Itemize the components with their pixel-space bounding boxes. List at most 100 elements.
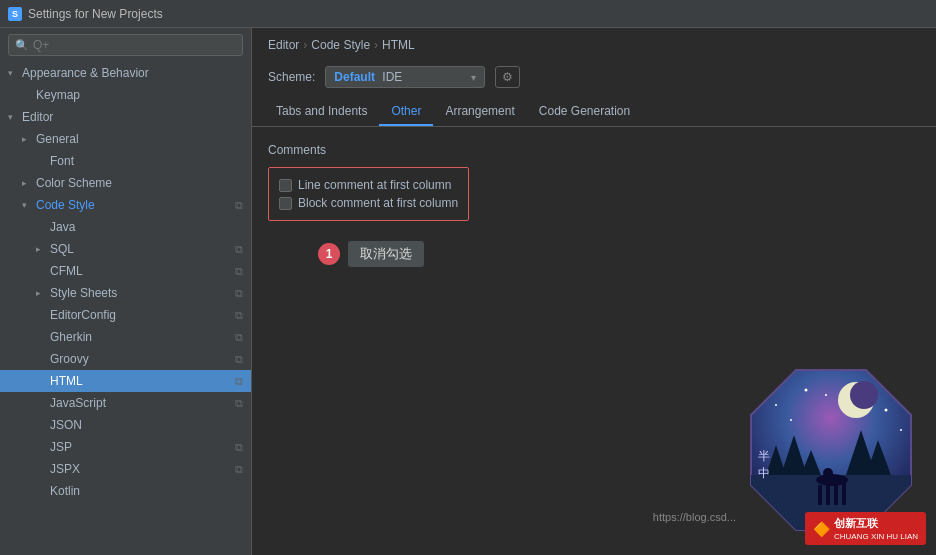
arrow-icon: ▸	[22, 178, 32, 188]
sidebar: 🔍 ▾ Appearance & Behavior Keymap ▾ Edito…	[0, 28, 252, 555]
comments-box: Line comment at first column Block comme…	[268, 167, 469, 221]
search-input[interactable]	[33, 38, 236, 52]
sidebar-item-json[interactable]: JSON	[0, 414, 251, 436]
copy-icon: ⧉	[235, 463, 243, 476]
sidebar-item-style-sheets[interactable]: ▸ Style Sheets ⧉	[0, 282, 251, 304]
sidebar-item-color-scheme[interactable]: ▸ Color Scheme	[0, 172, 251, 194]
breadcrumb: Editor › Code Style › HTML	[252, 28, 936, 62]
sidebar-label: Java	[50, 220, 243, 234]
arrow-icon: ▸	[22, 134, 32, 144]
arrow-icon: ▾	[8, 112, 18, 122]
sidebar-item-groovy[interactable]: Groovy ⧉	[0, 348, 251, 370]
sidebar-label: Groovy	[50, 352, 231, 366]
line-comment-row: Line comment at first column	[279, 176, 458, 194]
sidebar-item-kotlin[interactable]: Kotlin	[0, 480, 251, 502]
copy-icon: ⧉	[235, 353, 243, 366]
sidebar-label: Keymap	[36, 88, 243, 102]
arrow-icon: ▾	[22, 200, 32, 210]
sidebar-label: Gherkin	[50, 330, 231, 344]
sidebar-item-editorconfig[interactable]: EditorConfig ⧉	[0, 304, 251, 326]
sidebar-item-keymap[interactable]: Keymap	[0, 84, 251, 106]
tab-code-generation[interactable]: Code Generation	[527, 98, 642, 126]
sidebar-label: General	[36, 132, 243, 146]
scheme-default: Default	[334, 70, 375, 84]
copy-icon: ⧉	[235, 199, 243, 212]
scheme-row: Scheme: Default IDE ▾ ⚙	[252, 62, 936, 98]
comments-section-title: Comments	[268, 143, 920, 157]
sidebar-item-general[interactable]: ▸ General	[0, 128, 251, 150]
sidebar-label: Code Style	[36, 198, 231, 212]
sidebar-label: Editor	[22, 110, 243, 124]
sidebar-item-java[interactable]: Java	[0, 216, 251, 238]
tooltip-popup: 1 取消勾选	[318, 241, 920, 267]
scheme-select[interactable]: Default IDE ▾	[325, 66, 485, 88]
copy-icon: ⧉	[235, 441, 243, 454]
sidebar-label: SQL	[50, 242, 231, 256]
sidebar-label: Color Scheme	[36, 176, 243, 190]
arrow-icon: ▾	[8, 68, 18, 78]
sidebar-item-editor[interactable]: ▾ Editor	[0, 106, 251, 128]
logo-text: 创新互联 CHUANG XIN HU LIAN	[834, 516, 918, 541]
tabs-row: Tabs and Indents Other Arrangement Code …	[252, 98, 936, 127]
block-comment-checkbox[interactable]	[279, 197, 292, 210]
copy-icon: ⧉	[235, 243, 243, 256]
breadcrumb-sep-2: ›	[374, 38, 378, 52]
tooltip-badge: 1	[318, 243, 340, 265]
logo-icon: 🔶	[813, 521, 830, 537]
arrow-icon: ▸	[36, 288, 46, 298]
sidebar-label: HTML	[50, 374, 231, 388]
sidebar-label: Style Sheets	[50, 286, 231, 300]
sidebar-label: CFML	[50, 264, 231, 278]
search-box[interactable]: 🔍	[8, 34, 243, 56]
scheme-label: Scheme:	[268, 70, 315, 84]
watermark-url: https://blog.csd...	[653, 511, 736, 523]
sidebar-label: Font	[50, 154, 243, 168]
scheme-ide: IDE	[379, 70, 402, 84]
sidebar-item-font[interactable]: Font	[0, 150, 251, 172]
sidebar-item-jspx[interactable]: JSPX ⧉	[0, 458, 251, 480]
app-icon: S	[8, 7, 22, 21]
sidebar-item-html[interactable]: HTML ⧉	[0, 370, 251, 392]
copy-icon: ⧉	[235, 397, 243, 410]
arrow-icon: ▸	[36, 244, 46, 254]
sidebar-item-gherkin[interactable]: Gherkin ⧉	[0, 326, 251, 348]
breadcrumb-code-style: Code Style	[311, 38, 370, 52]
block-comment-row: Block comment at first column	[279, 194, 458, 212]
sidebar-label: JSON	[50, 418, 243, 432]
sidebar-label: Appearance & Behavior	[22, 66, 243, 80]
sidebar-item-appearance-behavior[interactable]: ▾ Appearance & Behavior	[0, 62, 251, 84]
tab-arrangement[interactable]: Arrangement	[433, 98, 526, 126]
breadcrumb-sep-1: ›	[303, 38, 307, 52]
sidebar-label: JSPX	[50, 462, 231, 476]
breadcrumb-html: HTML	[382, 38, 415, 52]
sidebar-item-sql[interactable]: ▸ SQL ⧉	[0, 238, 251, 260]
sidebar-item-jsp[interactable]: JSP ⧉	[0, 436, 251, 458]
tab-content: Comments Line comment at first column Bl…	[252, 127, 936, 555]
copy-icon: ⧉	[235, 331, 243, 344]
sidebar-label: Kotlin	[50, 484, 243, 498]
tab-tabs-indents[interactable]: Tabs and Indents	[264, 98, 379, 126]
sidebar-label: JSP	[50, 440, 231, 454]
copy-icon: ⧉	[235, 309, 243, 322]
sidebar-label: JavaScript	[50, 396, 231, 410]
sidebar-label: EditorConfig	[50, 308, 231, 322]
line-comment-label: Line comment at first column	[298, 178, 451, 192]
line-comment-checkbox[interactable]	[279, 179, 292, 192]
copy-icon: ⧉	[235, 375, 243, 388]
tooltip-text: 取消勾选	[348, 241, 424, 267]
copy-icon: ⧉	[235, 265, 243, 278]
gear-button[interactable]: ⚙	[495, 66, 520, 88]
sidebar-item-javascript[interactable]: JavaScript ⧉	[0, 392, 251, 414]
watermark-logo: 🔶 创新互联 CHUANG XIN HU LIAN	[805, 512, 926, 545]
breadcrumb-editor: Editor	[268, 38, 299, 52]
content-area: Editor › Code Style › HTML Scheme: Defau…	[252, 28, 936, 555]
block-comment-label: Block comment at first column	[298, 196, 458, 210]
chevron-down-icon: ▾	[471, 72, 476, 83]
title-bar-text: Settings for New Projects	[28, 7, 163, 21]
tab-other[interactable]: Other	[379, 98, 433, 126]
search-icon: 🔍	[15, 39, 29, 52]
title-bar: S Settings for New Projects	[0, 0, 936, 28]
sidebar-item-code-style[interactable]: ▾ Code Style ⧉	[0, 194, 251, 216]
copy-icon: ⧉	[235, 287, 243, 300]
sidebar-item-cfml[interactable]: CFML ⧉	[0, 260, 251, 282]
